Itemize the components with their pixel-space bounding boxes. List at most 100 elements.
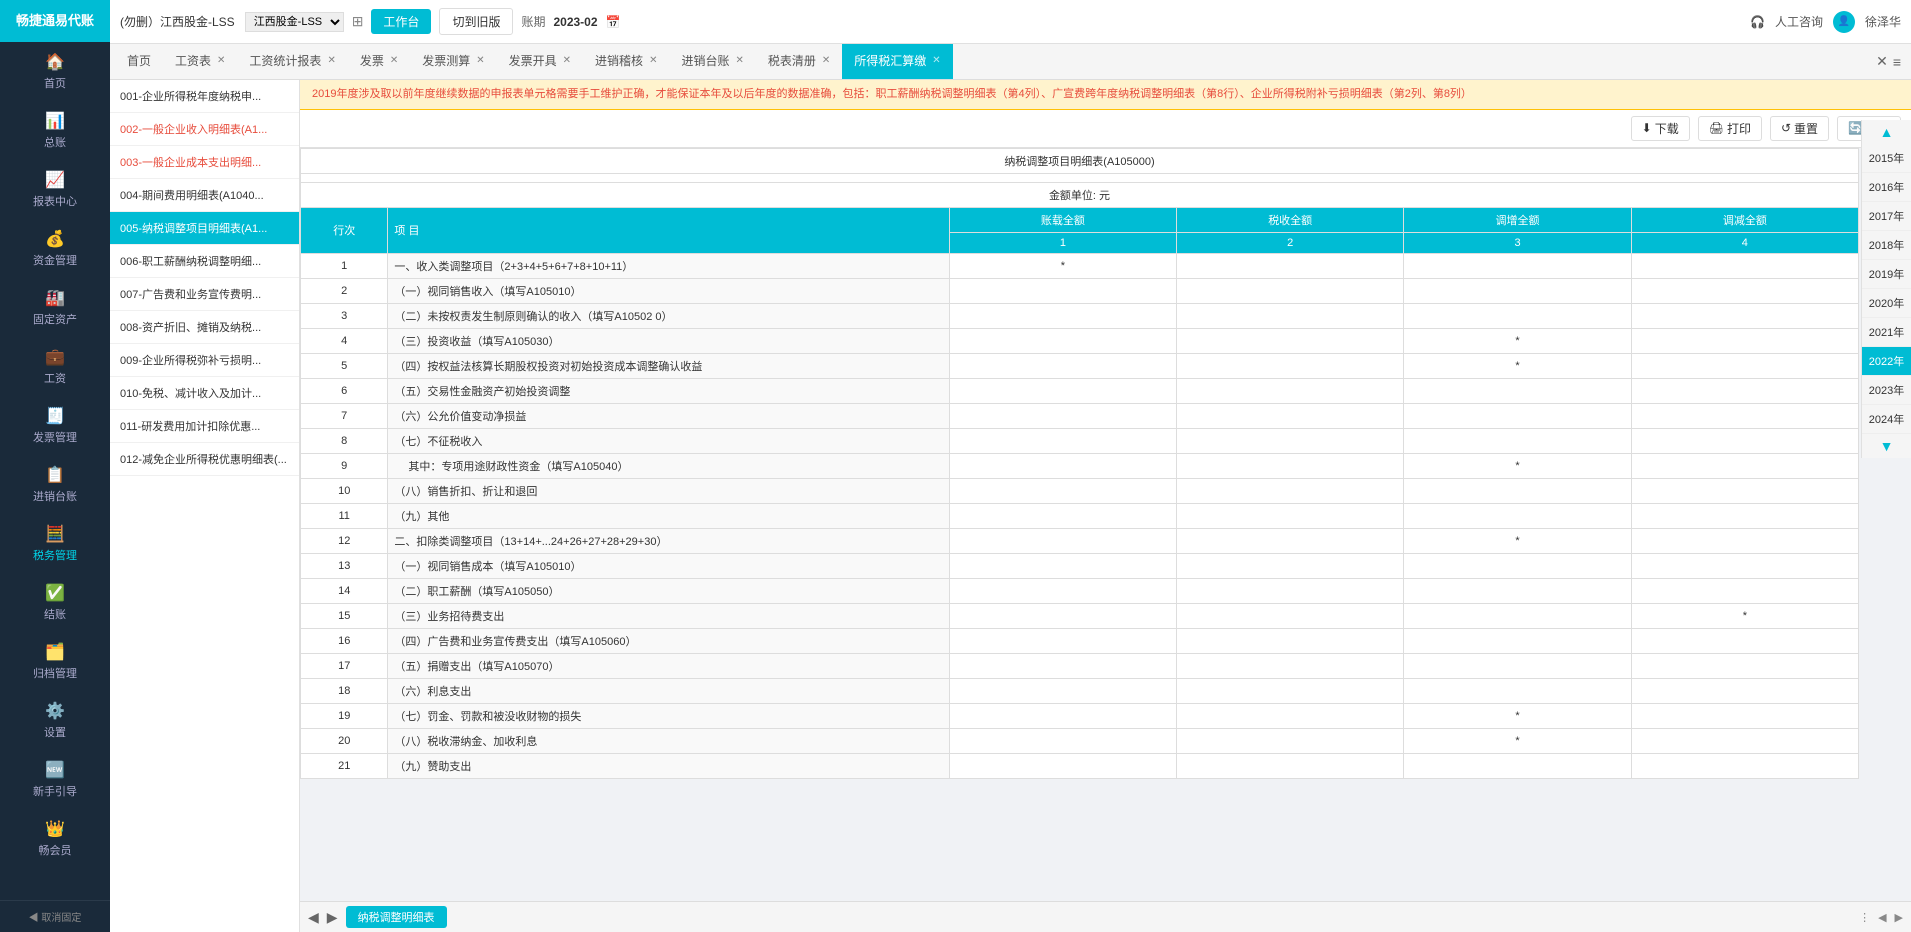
form-item-004[interactable]: 004-期间费用明细表(A1040... (110, 179, 299, 212)
tab-invoice-open[interactable]: 发票开具 ✕ (497, 44, 583, 79)
cell-e[interactable]: * (1404, 453, 1631, 478)
support-label[interactable]: 人工咨询 (1775, 13, 1823, 30)
cell-e[interactable] (1404, 653, 1631, 678)
sidebar-item-asset[interactable]: 💰 资金管理 (0, 219, 110, 278)
cell-f[interactable] (1631, 478, 1858, 503)
cell-e[interactable]: * (1404, 353, 1631, 378)
cell-f[interactable] (1631, 328, 1858, 353)
cell-f[interactable] (1631, 528, 1858, 553)
cell-e[interactable] (1404, 478, 1631, 503)
cell-d[interactable] (1177, 528, 1404, 553)
year-2018[interactable]: 2018年 (1862, 231, 1911, 260)
close-all-icon[interactable]: ✕ (1876, 53, 1888, 70)
cell-d[interactable] (1177, 628, 1404, 653)
cell-e[interactable] (1404, 253, 1631, 278)
tab-home[interactable]: 首页 (115, 44, 163, 79)
tab-close[interactable]: ✕ (390, 55, 398, 66)
calendar-icon[interactable]: 📅 (606, 15, 621, 29)
print-button[interactable]: 🖨 打印 (1698, 116, 1762, 141)
cell-c[interactable] (949, 403, 1176, 428)
cell-f[interactable] (1631, 253, 1858, 278)
cell-c[interactable] (949, 678, 1176, 703)
cell-d[interactable] (1177, 578, 1404, 603)
cell-d[interactable] (1177, 428, 1404, 453)
tab-salary[interactable]: 工资表 ✕ (163, 44, 237, 79)
user-name[interactable]: 徐泽华 (1865, 13, 1901, 30)
year-2024[interactable]: 2024年 (1862, 405, 1911, 434)
cell-e[interactable] (1404, 678, 1631, 703)
cell-d[interactable] (1177, 303, 1404, 328)
cell-f[interactable] (1631, 553, 1858, 578)
next-sheet-btn[interactable]: ▶ (327, 909, 338, 926)
cell-e[interactable] (1404, 603, 1631, 628)
sidebar-item-settle[interactable]: ✅ 结账 (0, 573, 110, 632)
cell-f[interactable] (1631, 578, 1858, 603)
cell-f[interactable] (1631, 303, 1858, 328)
tab-income-tax[interactable]: 所得税汇算缴 ✕ (842, 44, 952, 79)
cell-d[interactable] (1177, 453, 1404, 478)
cell-c[interactable] (949, 653, 1176, 678)
scroll-left-icon[interactable]: ◀ (1878, 911, 1886, 924)
cell-f[interactable] (1631, 753, 1858, 778)
cell-c[interactable] (949, 703, 1176, 728)
cell-e[interactable] (1404, 503, 1631, 528)
cell-c[interactable]: * (949, 253, 1176, 278)
cell-e[interactable] (1404, 278, 1631, 303)
cell-f[interactable] (1631, 278, 1858, 303)
cell-c[interactable] (949, 378, 1176, 403)
tab-jxtz[interactable]: 进销台账 ✕ (669, 44, 755, 79)
cell-c[interactable] (949, 578, 1176, 603)
cell-d[interactable] (1177, 403, 1404, 428)
tab-close[interactable]: ✕ (735, 55, 743, 66)
company-select[interactable]: 江西股金-LSS (245, 12, 344, 32)
year-2015[interactable]: 2015年 (1862, 144, 1911, 173)
cell-c[interactable] (949, 728, 1176, 753)
cell-e[interactable] (1404, 403, 1631, 428)
cell-e[interactable] (1404, 428, 1631, 453)
form-item-006[interactable]: 006-职工薪酬纳税调整明细... (110, 245, 299, 278)
cell-d[interactable] (1177, 653, 1404, 678)
tab-menu-icon[interactable]: ≡ (1893, 54, 1901, 70)
tab-salary-report[interactable]: 工资统计报表 ✕ (237, 44, 347, 79)
form-item-005[interactable]: 005-纳税调整项目明细表(A1... (110, 212, 299, 245)
cell-d[interactable] (1177, 753, 1404, 778)
tab-invoice-calc[interactable]: 发票测算 ✕ (410, 44, 496, 79)
year-nav-down[interactable]: ▼ (1862, 434, 1911, 458)
cell-c[interactable] (949, 478, 1176, 503)
bottom-tab-label[interactable]: 纳税调整明细表 (346, 906, 447, 928)
cell-c[interactable] (949, 553, 1176, 578)
tab-invoice[interactable]: 发票 ✕ (348, 44, 410, 79)
sidebar-item-salary[interactable]: 💼 工资 (0, 337, 110, 396)
year-2021[interactable]: 2021年 (1862, 318, 1911, 347)
sidebar-item-guide[interactable]: 🆕 新手引导 (0, 750, 110, 809)
tab-close[interactable]: ✕ (217, 55, 225, 66)
cell-e[interactable]: * (1404, 728, 1631, 753)
year-2023[interactable]: 2023年 (1862, 376, 1911, 405)
cell-c[interactable] (949, 503, 1176, 528)
cell-d[interactable] (1177, 503, 1404, 528)
cell-f[interactable]: * (1631, 603, 1858, 628)
cell-f[interactable] (1631, 353, 1858, 378)
sidebar-item-vip[interactable]: 👑 畅会员 (0, 809, 110, 868)
tab-close[interactable]: ✕ (476, 55, 484, 66)
cell-c[interactable] (949, 303, 1176, 328)
cell-f[interactable] (1631, 378, 1858, 403)
cell-e[interactable]: * (1404, 528, 1631, 553)
cell-d[interactable] (1177, 253, 1404, 278)
prev-sheet-btn[interactable]: ◀ (308, 909, 319, 926)
cell-d[interactable] (1177, 278, 1404, 303)
cell-c[interactable] (949, 353, 1176, 378)
year-nav-up[interactable]: ▲ (1862, 120, 1911, 144)
tab-tax-list[interactable]: 税表清册 ✕ (756, 44, 842, 79)
cell-e[interactable] (1404, 303, 1631, 328)
cell-c[interactable] (949, 453, 1176, 478)
sidebar-item-tax[interactable]: 🧮 税务管理 (0, 514, 110, 573)
form-item-009[interactable]: 009-企业所得税弥补亏损明... (110, 344, 299, 377)
cell-e[interactable] (1404, 578, 1631, 603)
sidebar-item-purchase[interactable]: 📋 进销台账 (0, 455, 110, 514)
cell-f[interactable] (1631, 453, 1858, 478)
cell-c[interactable] (949, 628, 1176, 653)
cell-c[interactable] (949, 278, 1176, 303)
cell-d[interactable] (1177, 378, 1404, 403)
cell-d[interactable] (1177, 328, 1404, 353)
